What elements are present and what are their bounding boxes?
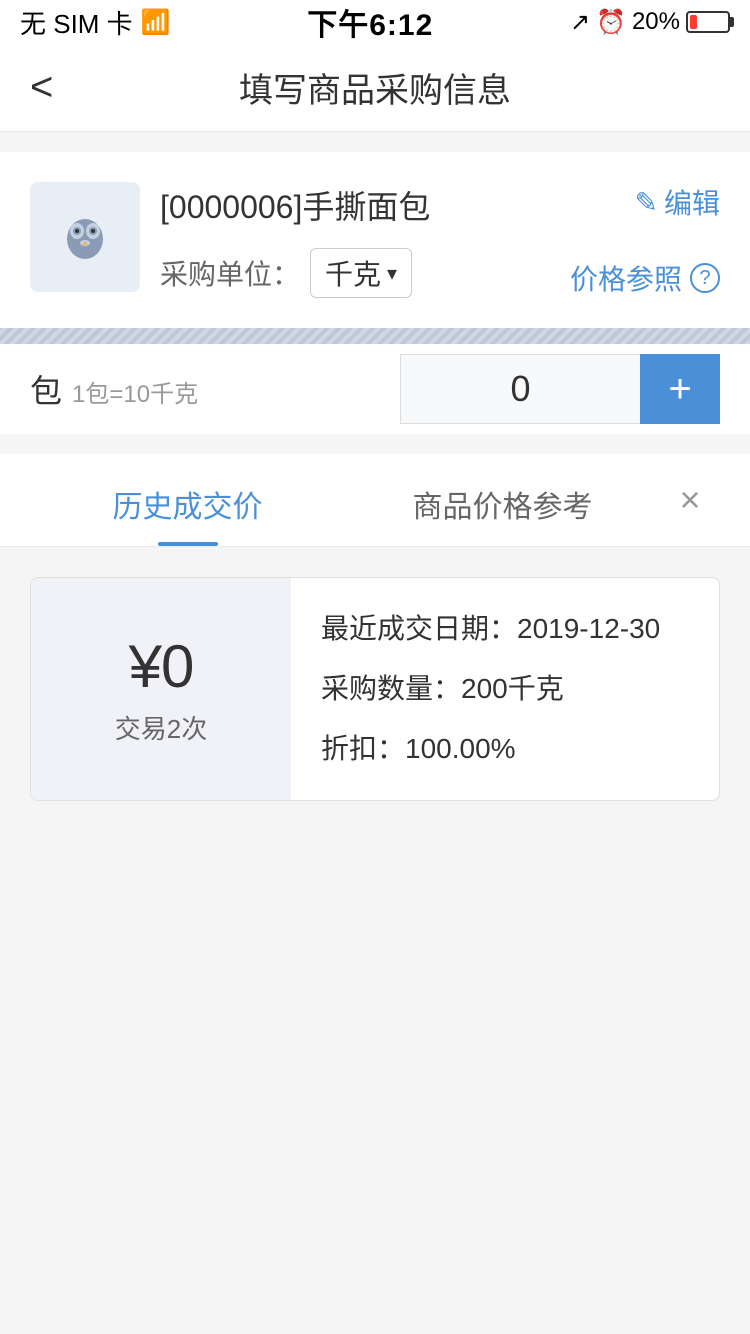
edit-icon: ✎ — [635, 186, 658, 219]
qty-unit: 包 — [30, 366, 62, 412]
wifi-icon: 📶 — [141, 8, 171, 37]
edit-label: 编辑 — [664, 182, 720, 222]
status-right: ↗ ⏰ 20% — [570, 8, 730, 37]
status-bar: 无 SIM 卡 📶 下午6:12 ↗ ⏰ 20% — [0, 0, 750, 44]
chevron-down-icon: ▾ — [387, 261, 397, 286]
edit-button[interactable]: ✎ 编辑 — [635, 182, 720, 222]
status-left: 无 SIM 卡 📶 — [20, 4, 171, 41]
product-image — [30, 182, 140, 292]
price-left: ¥0 交易2次 — [31, 578, 291, 800]
price-value: 0 — [161, 633, 193, 700]
unit-label: 采购单位： — [160, 253, 300, 293]
recent-date-row: 最近成交日期：2019-12-30 — [321, 608, 689, 650]
discount-row: 折扣：100.00% — [321, 728, 689, 770]
discount-label: 折扣： — [321, 733, 405, 764]
battery-fill — [690, 15, 697, 29]
price-amount: ¥0 — [129, 632, 194, 701]
carrier-text: 无 SIM 卡 — [20, 4, 133, 41]
tab-history-price[interactable]: 历史成交价 — [30, 454, 345, 546]
qty-conversion: 1包=10千克 — [72, 374, 198, 409]
qty-plus-button[interactable]: + — [640, 354, 720, 424]
price-ref-label: 价格参照 — [570, 258, 682, 298]
price-right: 最近成交日期：2019-12-30 采购数量：200千克 折扣：100.00% — [291, 578, 719, 800]
recent-date-value: 2019-12-30 — [517, 613, 660, 644]
price-ref-button[interactable]: 价格参照 ? — [570, 258, 720, 298]
purchase-qty-value: 200千克 — [461, 673, 564, 704]
purchase-qty-row: 采购数量：200千克 — [321, 668, 689, 710]
battery-text: 20% — [632, 8, 680, 36]
question-icon: ? — [690, 263, 720, 293]
qty-input-area: + — [218, 354, 720, 424]
tab-bar: 历史成交价 商品价格参考 × — [0, 454, 750, 547]
tab-price-ref[interactable]: 商品价格参考 — [345, 454, 660, 546]
location-icon: ↗ — [570, 8, 590, 37]
qty-input[interactable] — [400, 354, 640, 424]
page-title: 填写商品采购信息 — [239, 63, 511, 112]
product-card: [0000006]手撕面包 采购单位： 千克 ▾ ✎ 编辑 价格参照 ? — [0, 152, 750, 328]
price-card: ¥0 交易2次 最近成交日期：2019-12-30 采购数量：200千克 折扣：… — [30, 577, 720, 801]
unit-value: 千克 — [325, 253, 381, 293]
tab-close-button[interactable]: × — [660, 470, 720, 530]
product-placeholder — [55, 207, 115, 267]
price-trades: 交易2次 — [115, 709, 207, 746]
battery-icon — [686, 11, 730, 33]
recent-date-label: 最近成交日期： — [321, 613, 517, 644]
purchase-qty-label: 采购数量： — [321, 673, 461, 704]
alarm-icon: ⏰ — [596, 8, 626, 37]
unit-select[interactable]: 千克 ▾ — [310, 248, 412, 298]
back-button[interactable]: < — [20, 55, 63, 120]
divider-stripe — [0, 328, 750, 344]
nav-bar: < 填写商品采购信息 — [0, 44, 750, 132]
price-currency: ¥ — [129, 633, 161, 700]
discount-value: 100.00% — [405, 733, 516, 764]
clock: 下午6:12 — [307, 0, 433, 44]
qty-label-box: 包 1包=10千克 — [30, 366, 198, 412]
quantity-row: 包 1包=10千克 + — [0, 344, 750, 434]
